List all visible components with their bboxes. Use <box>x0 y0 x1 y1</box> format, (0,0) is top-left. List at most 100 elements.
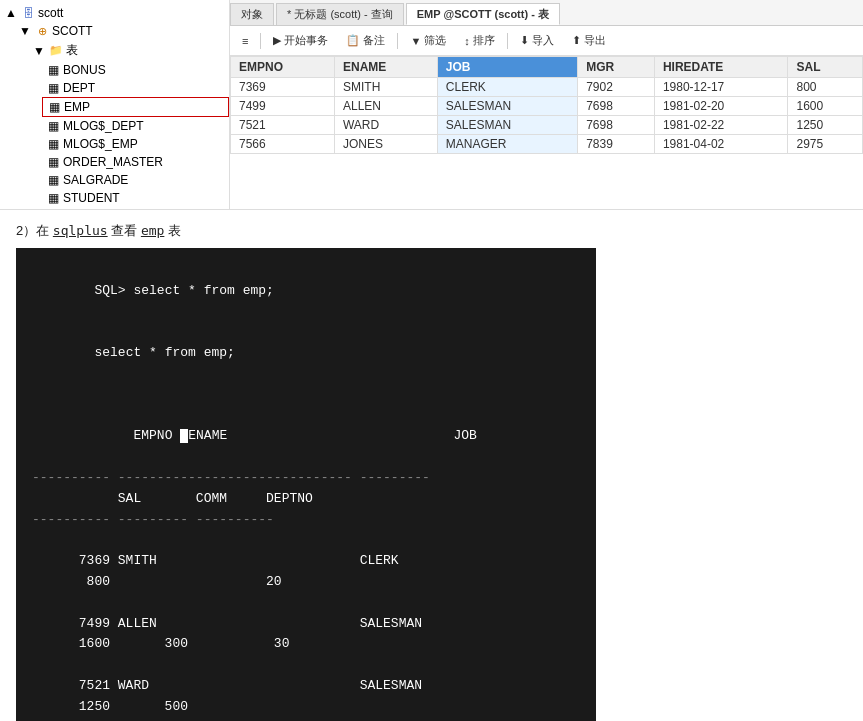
col-header-JOB[interactable]: JOB <box>437 57 577 78</box>
terminal-record2-line2: 1600 300 30 <box>32 634 580 655</box>
table-cell-EMPNO: 7369 <box>231 78 335 97</box>
table-cell-SAL: 800 <box>788 78 863 97</box>
sidebar-item-SCOTT[interactable]: ▼ ⊕ SCOTT <box>14 22 229 40</box>
begin-tx-button[interactable]: ▶ 开始事务 <box>267 31 334 50</box>
sidebar-item-ORDER_MASTER[interactable]: ▦ ORDER_MASTER <box>42 153 229 171</box>
table-row[interactable]: 7369SMITHCLERK79021980-12-17800 <box>231 78 863 97</box>
import-icon: ⬇ <box>520 34 529 47</box>
top-section: ▲ 🗄 scott ▼ ⊕ SCOTT ▼ 📁 表 ▦ BONUS <box>0 0 863 210</box>
table-icon: ▦ <box>46 173 60 187</box>
terminal-divider2: ---------- --------- ---------- <box>32 510 580 531</box>
filter-label: 筛选 <box>424 33 446 48</box>
table-cell-HIREDATE: 1981-02-20 <box>654 97 788 116</box>
export-button[interactable]: ⬆ 导出 <box>566 31 612 50</box>
sidebar-item-EMP[interactable]: ▦ EMP <box>42 97 229 117</box>
table-icon: ▦ <box>46 81 60 95</box>
sidebar-item-DEPT[interactable]: ▦ DEPT <box>42 79 229 97</box>
notes-button[interactable]: 📋 备注 <box>340 31 391 50</box>
sidebar-item-STUDENT[interactable]: ▦ STUDENT <box>42 189 229 207</box>
sidebar-item-tables-folder[interactable]: ▼ 📁 表 <box>28 40 229 61</box>
sidebar-item-label: DEPT <box>63 81 95 95</box>
table-cell-EMPNO: 7566 <box>231 135 335 154</box>
terminal-blank <box>32 385 580 406</box>
terminal: SQL> select * from emp; select * from em… <box>16 248 596 721</box>
table-cell-SAL: 1250 <box>788 116 863 135</box>
data-table-container[interactable]: EMPNO ENAME JOB MGR HIREDATE SAL 7369SMI… <box>230 56 863 209</box>
toolbar-separator <box>397 33 398 49</box>
col-header-ENAME[interactable]: ENAME <box>334 57 437 78</box>
terminal-record3-line1: 7521 WARD SALESMAN <box>32 676 580 697</box>
filter-button[interactable]: ▼ 筛选 <box>404 31 452 50</box>
terminal-header-row2: SAL COMM DEPTNO <box>32 489 580 510</box>
terminal-blank4 <box>32 655 580 676</box>
table-row[interactable]: 7499ALLENSALESMAN76981981-02-201600 <box>231 97 863 116</box>
tab-emp[interactable]: EMP @SCOTT (scott) - 表 <box>406 3 560 25</box>
bottom-section: 2）在 sqlplus 查看 emp 表 SQL> select * from … <box>0 210 863 721</box>
schema-icon: ⊕ <box>35 24 49 38</box>
tab-object[interactable]: 对象 <box>230 3 274 25</box>
export-icon: ⬆ <box>572 34 581 47</box>
col-header-HIREDATE[interactable]: HIREDATE <box>654 57 788 78</box>
main-content: 对象 * 无标题 (scott) - 查询 EMP @SCOTT (scott)… <box>230 0 863 209</box>
table-cell-JOB: SALESMAN <box>437 97 577 116</box>
table-cell-MGR: 7839 <box>578 135 655 154</box>
terminal-line-cmd2: select * from emp; <box>32 322 580 384</box>
notes-icon: 📋 <box>346 34 360 47</box>
table-cell-HIREDATE: 1981-04-02 <box>654 135 788 154</box>
begin-tx-icon: ▶ <box>273 34 281 47</box>
toolbar-separator <box>507 33 508 49</box>
table-icon: ▦ <box>46 155 60 169</box>
table-row[interactable]: 7566JONESMANAGER78391981-04-022975 <box>231 135 863 154</box>
sidebar-item-label: EMP <box>64 100 90 114</box>
sidebar-item-label: SCOTT <box>52 24 93 38</box>
filter-icon: ▼ <box>410 35 421 47</box>
tab-query[interactable]: * 无标题 (scott) - 查询 <box>276 3 404 25</box>
table-cell-EMPNO: 7521 <box>231 116 335 135</box>
hamburger-button[interactable]: ≡ <box>236 33 254 49</box>
col-header-SAL[interactable]: SAL <box>788 57 863 78</box>
sidebar-item-label: MLOG$_EMP <box>63 137 138 151</box>
terminal-record3-line2: 1250 500 <box>32 697 580 718</box>
sidebar-item-label: 表 <box>66 42 78 59</box>
section-label: 2）在 sqlplus 查看 emp 表 <box>16 222 847 240</box>
col-header-EMPNO[interactable]: EMPNO <box>231 57 335 78</box>
triangle-icon: ▼ <box>32 44 46 58</box>
col-header-MGR[interactable]: MGR <box>578 57 655 78</box>
sidebar-item-BONUS[interactable]: ▦ BONUS <box>42 61 229 79</box>
table-cell-SAL: 2975 <box>788 135 863 154</box>
table-icon: ▦ <box>47 100 61 114</box>
export-label: 导出 <box>584 33 606 48</box>
table-icon: ▦ <box>46 119 60 133</box>
sort-icon: ↕ <box>464 35 470 47</box>
terminal-divider1: ---------- -----------------------------… <box>32 468 580 489</box>
sidebar-item-label: BONUS <box>63 63 106 77</box>
table-icon: ▦ <box>46 191 60 205</box>
sidebar-item-MLOG$_EMP[interactable]: ▦ MLOG$_EMP <box>42 135 229 153</box>
notes-label: 备注 <box>363 33 385 48</box>
tab-label: EMP @SCOTT (scott) - 表 <box>417 7 549 22</box>
table-cell-MGR: 7902 <box>578 78 655 97</box>
table-cell-EMPNO: 7499 <box>231 97 335 116</box>
sidebar-item-SALGRADE[interactable]: ▦ SALGRADE <box>42 171 229 189</box>
header-empno: EMPNO <box>94 428 180 443</box>
table-header-row: EMPNO ENAME JOB MGR HIREDATE SAL <box>231 57 863 78</box>
sidebar-item-label: MLOG$_DEPT <box>63 119 144 133</box>
tab-label: 对象 <box>241 7 263 22</box>
sidebar-item-scott[interactable]: ▲ 🗄 scott <box>0 4 229 22</box>
tab-bar: 对象 * 无标题 (scott) - 查询 EMP @SCOTT (scott)… <box>230 0 863 26</box>
terminal-record2-line1: 7499 ALLEN SALESMAN <box>32 614 580 635</box>
table-row[interactable]: 7521WARDSALESMAN76981981-02-221250 <box>231 116 863 135</box>
table-cell-JOB: SALESMAN <box>437 116 577 135</box>
import-button[interactable]: ⬇ 导入 <box>514 31 560 50</box>
triangle-icon: ▼ <box>18 24 32 38</box>
sidebar-item-MLOG$_DEPT[interactable]: ▦ MLOG$_DEPT <box>42 117 229 135</box>
terminal-record1-line2: 800 20 <box>32 572 580 593</box>
terminal-header-row1: EMPNO ENAME JOB <box>32 406 580 468</box>
sql-command1: select * from emp; <box>133 283 273 298</box>
sort-button[interactable]: ↕ 排序 <box>458 31 501 50</box>
triangle-icon: ▲ <box>4 6 18 20</box>
sql-command2: select * from emp; <box>94 345 234 360</box>
sql-prompt: SQL> <box>94 283 133 298</box>
table-cell-ENAME: JONES <box>334 135 437 154</box>
table-cell-HIREDATE: 1981-02-22 <box>654 116 788 135</box>
